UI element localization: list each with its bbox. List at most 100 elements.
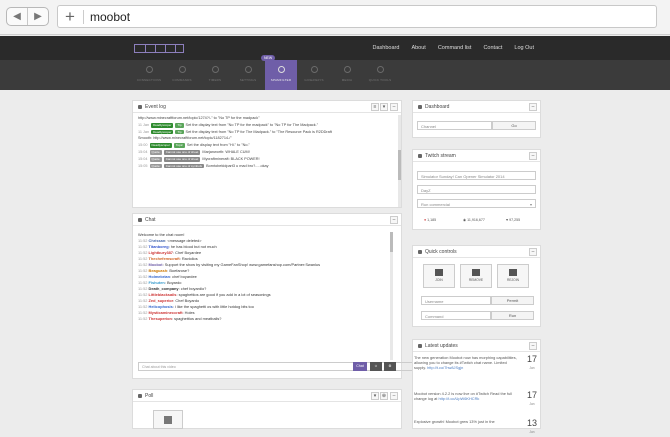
chat-username[interactable]: Zed_superior xyxy=(149,298,174,303)
chat-username[interactable]: Fishuten xyxy=(149,280,165,285)
chat-text: chef boyardee xyxy=(172,274,197,279)
event-log-title: Event log xyxy=(145,104,166,110)
chat-username[interactable]: Chrissan xyxy=(149,238,166,243)
create-poll-button[interactable] xyxy=(153,410,183,429)
chat-username[interactable]: Mysticamineccraft xyxy=(149,310,183,315)
chat-time: 11:52 xyxy=(138,310,148,315)
back-arrow-icon[interactable]: ◀ xyxy=(7,8,28,25)
chevron-down-icon[interactable]: ▾ xyxy=(380,103,388,111)
event-time: 15:00 xyxy=(138,143,148,148)
username-input[interactable]: Username xyxy=(421,296,491,305)
views-stat: ◉ 11,916,677 xyxy=(463,218,485,222)
nav-link-log-out[interactable]: Log Out xyxy=(508,36,540,60)
chat-time: 11:52 xyxy=(138,268,148,273)
channel-go-button[interactable]: Go xyxy=(492,121,536,130)
chat-scroll-thumb[interactable] xyxy=(390,232,393,252)
chat-time: 11:52 xyxy=(138,292,148,297)
tools-icon xyxy=(376,66,384,73)
chat-username[interactable]: Holmebrian xyxy=(149,274,170,279)
forward-arrow-icon[interactable]: ▶ xyxy=(28,8,48,25)
event-log-line: 15:00 Deadlyscoper Topic Set the display te… xyxy=(138,143,528,148)
nav-link-contact[interactable]: Contact xyxy=(477,36,508,60)
chat-time: 11:52 xyxy=(138,262,148,267)
chat-time: 11:52 xyxy=(138,298,148,303)
event-time: 11 Jan xyxy=(138,129,150,134)
chevron-down-icon: ▾ xyxy=(529,202,532,207)
remove-button[interactable]: REMOVE xyxy=(460,264,492,288)
chat-username[interactable]: Titanboreg xyxy=(149,244,169,249)
update-item: Moobot version 4.2.2 is now live on #Twi… xyxy=(414,390,537,407)
chevron-down-icon[interactable]: ▾ xyxy=(371,392,379,400)
chat-send-button[interactable]: Chat xyxy=(353,362,367,371)
event-time: 15:04 xyxy=(138,149,148,154)
minimize-icon[interactable]: – xyxy=(529,342,537,350)
subnav-commands[interactable]: COMMANDS xyxy=(166,60,198,90)
address-url[interactable]: moobot xyxy=(90,6,130,28)
zoom-icon[interactable]: ⊕ xyxy=(380,392,388,400)
event-log-header: Event log ≡ ▾ – xyxy=(133,101,401,113)
chat-time: 11:52 xyxy=(138,238,148,243)
top-navbar: Dashboard About Command list Contact Log… xyxy=(0,36,670,60)
nav-link-command-list[interactable]: Command list xyxy=(432,36,478,60)
chat-text: spaghettios are good if you add in a lot… xyxy=(178,292,271,297)
minimize-icon[interactable]: – xyxy=(390,216,398,224)
chat-username[interactable]: Lightbury387 xyxy=(149,250,173,255)
new-tab-plus-icon[interactable]: + xyxy=(65,6,75,27)
chat-text: he has blood but not much xyxy=(170,244,217,249)
subnav-spamfilter[interactable]: SPAMFILTER xyxy=(265,60,297,90)
chat-username[interactable]: Thesuperion xyxy=(149,316,172,321)
nav-link-dashboard[interactable]: Dashboard xyxy=(367,36,406,60)
chat-username[interactable]: Beaguash xyxy=(149,268,168,273)
minimize-icon[interactable]: – xyxy=(390,392,398,400)
moobot-logo[interactable] xyxy=(134,44,184,53)
chat-username[interactable]: Thechefemscraft xyxy=(149,256,180,261)
channel-input[interactable]: Channel xyxy=(417,121,492,130)
event-text: Set the display text from "Hi." to "No." xyxy=(186,143,250,148)
event-tag: Quote xyxy=(149,149,162,155)
update-link[interactable]: http://t.co/7hw8JSgjn xyxy=(427,365,463,370)
poll-icon xyxy=(138,394,142,398)
browser-nav-buttons: ◀ ▶ xyxy=(6,7,49,26)
run-button[interactable]: Run xyxy=(491,311,534,320)
updates-header: Latest updates – xyxy=(413,340,540,352)
subnav-giveaways[interactable]: GIVEAWAYS xyxy=(298,60,330,90)
chat-emote-button[interactable]: ☺ xyxy=(370,362,382,371)
chat-username[interactable]: Helicophosis xyxy=(149,304,173,309)
chat-time: 11:52 xyxy=(138,244,148,249)
chat-scrollbar[interactable] xyxy=(390,232,393,360)
dashboard-header: Dashboard – xyxy=(413,101,540,113)
subnav-connections[interactable]: CONNECTIONS xyxy=(133,60,165,90)
updates-title: Latest updates xyxy=(425,343,458,349)
event-log-scrollbar[interactable] xyxy=(398,115,401,207)
address-bar[interactable]: + moobot xyxy=(57,5,657,28)
minimize-icon[interactable]: – xyxy=(390,103,398,111)
stream-title-input[interactable]: Simulator Sunday! Can Opener Simulator 2… xyxy=(417,171,536,180)
chat-settings-icon[interactable]: ⚙ xyxy=(384,362,396,371)
subnav-media[interactable]: MEDIA xyxy=(331,60,363,90)
chat-text: Holes xyxy=(184,310,195,315)
chat-username[interactable]: Littleblacksails xyxy=(149,292,177,297)
update-link[interactable]: http://t.co/UpW6KHCRk xyxy=(438,396,479,401)
chat-text: Welcome to the chat room! xyxy=(138,232,185,237)
new-badge: NEW xyxy=(261,55,276,61)
chat-text: Support the show by visiting my GameFanS… xyxy=(164,262,321,267)
join-button[interactable]: JOIN xyxy=(423,264,455,288)
permit-button[interactable]: Permit xyxy=(491,296,534,305)
commercial-select[interactable]: Run commercial ▾ xyxy=(417,199,536,208)
command-input[interactable]: Command xyxy=(421,311,491,320)
browser-toolbar: ◀ ▶ + moobot xyxy=(0,0,670,35)
stream-game-input[interactable]: DayZ xyxy=(417,185,536,194)
filter-icon[interactable]: ≡ xyxy=(371,103,379,111)
minimize-icon[interactable]: – xyxy=(529,248,537,256)
chat-username[interactable]: Death_company xyxy=(149,286,179,291)
nav-link-about[interactable]: About xyxy=(405,36,431,60)
minimize-icon[interactable]: – xyxy=(529,103,537,111)
subnav-timers[interactable]: TIMERS xyxy=(199,60,231,90)
event-log-scroll-thumb[interactable] xyxy=(398,150,401,180)
minimize-icon[interactable]: – xyxy=(529,152,537,160)
chat-username[interactable]: Moobot xyxy=(149,262,163,267)
rejoin-button[interactable]: REJOIN xyxy=(497,264,529,288)
subnav-quick-tools[interactable]: QUICK TOOLS xyxy=(364,60,396,90)
event-tag: Deadlyscoper xyxy=(149,143,172,148)
subnav-settings[interactable]: SETTINGS xyxy=(232,60,264,90)
